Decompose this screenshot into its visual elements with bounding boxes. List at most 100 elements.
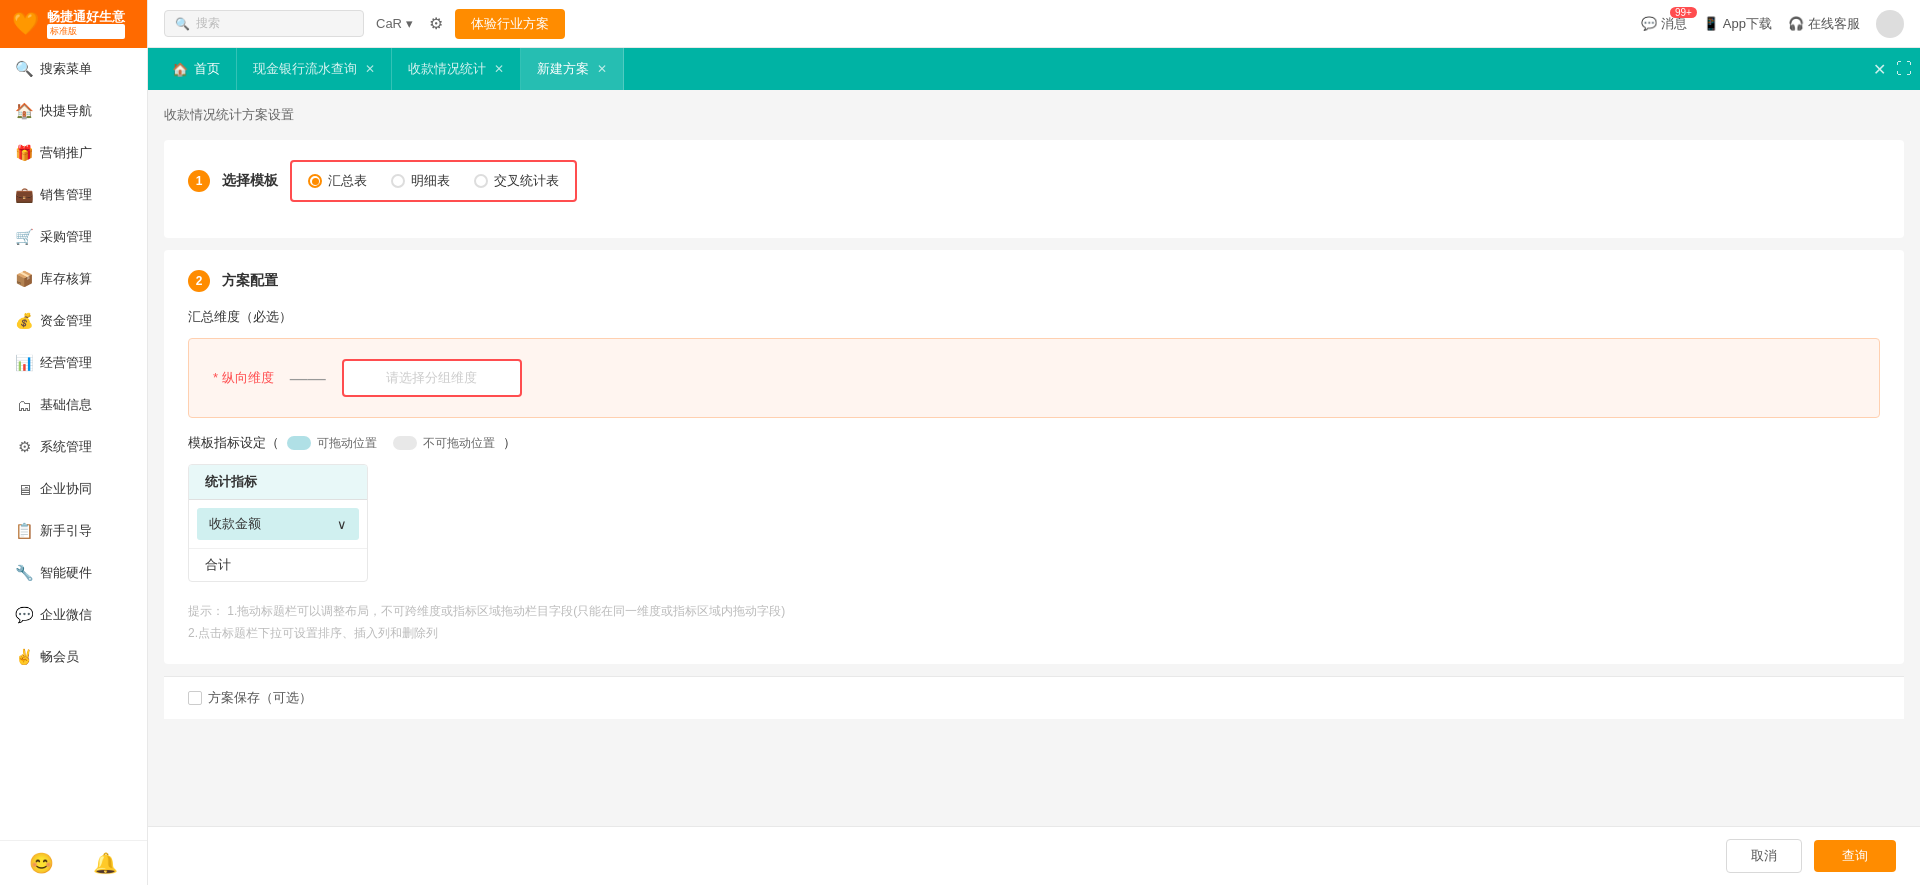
- tab-bank-flow[interactable]: 现金银行流水查询 ✕: [237, 48, 392, 90]
- message-badge: 99+: [1670, 7, 1697, 18]
- main-area: 🔍 搜索 CaR ▾ ⚙ 体验行业方案 💬 消息 99+ 📱 App下载 🎧 在…: [148, 0, 1920, 885]
- sidebar-label-member: 畅会员: [40, 648, 79, 666]
- tab-home-label: 首页: [194, 60, 220, 78]
- radio-label-detail: 明细表: [411, 172, 450, 190]
- sidebar-label-search-menu: 搜索菜单: [40, 60, 92, 78]
- sidebar-item-sales[interactable]: 💼 销售管理: [0, 174, 147, 216]
- radio-option-summary[interactable]: 汇总表: [308, 172, 367, 190]
- sidebar-item-enterprise-collab[interactable]: 🖥 企业协同: [0, 468, 147, 510]
- dimension-placeholder[interactable]: 请选择分组维度: [342, 359, 522, 397]
- step2-num: 2: [188, 270, 210, 292]
- topbar-right: 💬 消息 99+ 📱 App下载 🎧 在线客服: [1641, 10, 1904, 38]
- metrics-section-header: 模板指标设定（ 可拖动位置 不可拖动位置 ）: [188, 434, 1880, 452]
- topbar: 🔍 搜索 CaR ▾ ⚙ 体验行业方案 💬 消息 99+ 📱 App下载 🎧 在…: [148, 0, 1920, 48]
- content-area: 收款情况统计方案设置 1 选择模板 汇总表 明细表: [148, 90, 1920, 826]
- tab-home[interactable]: 🏠 首页: [156, 48, 237, 90]
- cancel-button[interactable]: 取消: [1726, 839, 1802, 873]
- tab-new-plan-close[interactable]: ✕: [597, 62, 607, 76]
- sidebar-item-purchase[interactable]: 🛒 采购管理: [0, 216, 147, 258]
- sidebar-item-enterprise-wechat[interactable]: 💬 企业微信: [0, 594, 147, 636]
- member-icon: ✌: [16, 649, 32, 665]
- tab-new-plan[interactable]: 新建方案 ✕: [521, 48, 624, 90]
- step1-num: 1: [188, 170, 210, 192]
- tip-1: 提示： 1.拖动标题栏可以调整布局，不可跨维度或指标区域拖动栏目字段(只能在同一…: [188, 601, 1880, 623]
- sidebar-bottom-icon-2[interactable]: 🔔: [93, 851, 118, 875]
- metrics-tag-label: 收款金额: [209, 515, 261, 533]
- app-download-icon: 📱: [1703, 16, 1719, 31]
- sidebar-item-system[interactable]: ⚙ 系统管理: [0, 426, 147, 468]
- sidebar-label-purchase: 采购管理: [40, 228, 92, 246]
- sidebar-bottom-icon-1[interactable]: 😊: [29, 851, 54, 875]
- user-avatar[interactable]: [1876, 10, 1904, 38]
- sidebar-label-operations: 经营管理: [40, 354, 92, 372]
- draggable-dot: [287, 436, 311, 450]
- sidebar-label-sales: 销售管理: [40, 186, 92, 204]
- tip-2: 2.点击标题栏下拉可设置排序、插入列和删除列: [188, 623, 1880, 645]
- sidebar-label-basic-info: 基础信息: [40, 396, 92, 414]
- sidebar: 🧡 畅捷通好生意 标准版 🔍 搜索菜单 🏠 快捷导航 🎁 营销推广 💼 销售管理…: [0, 0, 148, 885]
- tab-collection-stats-label: 收款情况统计: [408, 60, 486, 78]
- tab-new-plan-label: 新建方案: [537, 60, 589, 78]
- sales-icon: 💼: [16, 187, 32, 203]
- metrics-table-header: 统计指标: [189, 465, 367, 500]
- sidebar-label-system: 系统管理: [40, 438, 92, 456]
- legend-draggable: 可拖动位置: [287, 435, 377, 452]
- settings-icon[interactable]: ⚙: [429, 14, 443, 33]
- message-item[interactable]: 💬 消息 99+: [1641, 15, 1687, 33]
- tab-collection-stats[interactable]: 收款情况统计 ✕: [392, 48, 521, 90]
- page-title: 收款情况统计方案设置: [164, 106, 1904, 124]
- step2-label: 方案配置: [222, 272, 278, 290]
- step2-header: 2 方案配置: [188, 270, 1880, 292]
- sidebar-item-newbie-guide[interactable]: 📋 新手引导: [0, 510, 147, 552]
- sidebar-label-enterprise-collab: 企业协同: [40, 480, 92, 498]
- topbar-dropdown[interactable]: CaR ▾: [376, 16, 413, 31]
- radio-label-summary: 汇总表: [328, 172, 367, 190]
- sidebar-item-member[interactable]: ✌ 畅会员: [0, 636, 147, 678]
- metrics-subtotal: 合计: [189, 548, 367, 581]
- tab-bank-flow-label: 现金银行流水查询: [253, 60, 357, 78]
- sidebar-item-basic-info[interactable]: 🗂 基础信息: [0, 384, 147, 426]
- sidebar-label-inventory: 库存核算: [40, 270, 92, 288]
- fullscreen-icon[interactable]: ⛶: [1896, 60, 1912, 78]
- radio-option-cross[interactable]: 交叉统计表: [474, 172, 559, 190]
- industry-btn[interactable]: 体验行业方案: [455, 9, 565, 39]
- sidebar-item-smart-hardware[interactable]: 🔧 智能硬件: [0, 552, 147, 594]
- sidebar-item-search-menu[interactable]: 🔍 搜索菜单: [0, 48, 147, 90]
- online-service-item[interactable]: 🎧 在线客服: [1788, 15, 1860, 33]
- metrics-header-text: 模板指标设定（: [188, 434, 279, 452]
- query-button[interactable]: 查询: [1814, 840, 1896, 872]
- sidebar-item-inventory[interactable]: 📦 库存核算: [0, 258, 147, 300]
- footer-save-section: 方案保存（可选）: [164, 676, 1904, 719]
- sidebar-item-operations[interactable]: 📊 经营管理: [0, 342, 147, 384]
- save-checkbox[interactable]: [188, 691, 202, 705]
- operations-icon: 📊: [16, 355, 32, 371]
- metrics-tag-chevron[interactable]: ∨: [337, 517, 347, 532]
- logo-badge: 标准版: [47, 24, 125, 39]
- radio-option-detail[interactable]: 明细表: [391, 172, 450, 190]
- non-draggable-dot: [393, 436, 417, 450]
- sidebar-item-finance[interactable]: 💰 资金管理: [0, 300, 147, 342]
- online-service-label: 在线客服: [1808, 15, 1860, 33]
- save-checkbox-label[interactable]: 方案保存（可选）: [188, 689, 312, 707]
- sidebar-item-quick-nav[interactable]: 🏠 快捷导航: [0, 90, 147, 132]
- chevron-down-icon: ▾: [406, 16, 413, 31]
- tab-bank-flow-close[interactable]: ✕: [365, 62, 375, 76]
- radio-circle-summary: [308, 174, 322, 188]
- tabs-actions: ✕ ⛶: [1873, 60, 1912, 79]
- finance-icon: 💰: [16, 313, 32, 329]
- dimension-area: * 纵向维度 —— 请选择分组维度: [188, 338, 1880, 418]
- smart-hardware-icon: 🔧: [16, 565, 32, 581]
- app-download-item[interactable]: 📱 App下载: [1703, 15, 1772, 33]
- home-icon: 🏠: [172, 62, 188, 77]
- sidebar-item-marketing[interactable]: 🎁 营销推广: [0, 132, 147, 174]
- metrics-tag-collection[interactable]: 收款金额 ∨: [197, 508, 359, 540]
- tab-collection-stats-close[interactable]: ✕: [494, 62, 504, 76]
- step2-card: 2 方案配置 汇总维度（必选） * 纵向维度 —— 请选择分组维度 模板指标设定…: [164, 250, 1904, 664]
- enterprise-wechat-icon: 💬: [16, 607, 32, 623]
- metrics-header-bracket: ）: [503, 434, 516, 452]
- dimension-arrow: ——: [290, 368, 326, 389]
- topbar-search-box[interactable]: 🔍 搜索: [164, 10, 364, 37]
- tab-close-all-icon[interactable]: ✕: [1873, 60, 1886, 79]
- sidebar-logo: 🧡 畅捷通好生意 标准版: [0, 0, 147, 48]
- sidebar-bottom: 😊 🔔: [0, 840, 147, 885]
